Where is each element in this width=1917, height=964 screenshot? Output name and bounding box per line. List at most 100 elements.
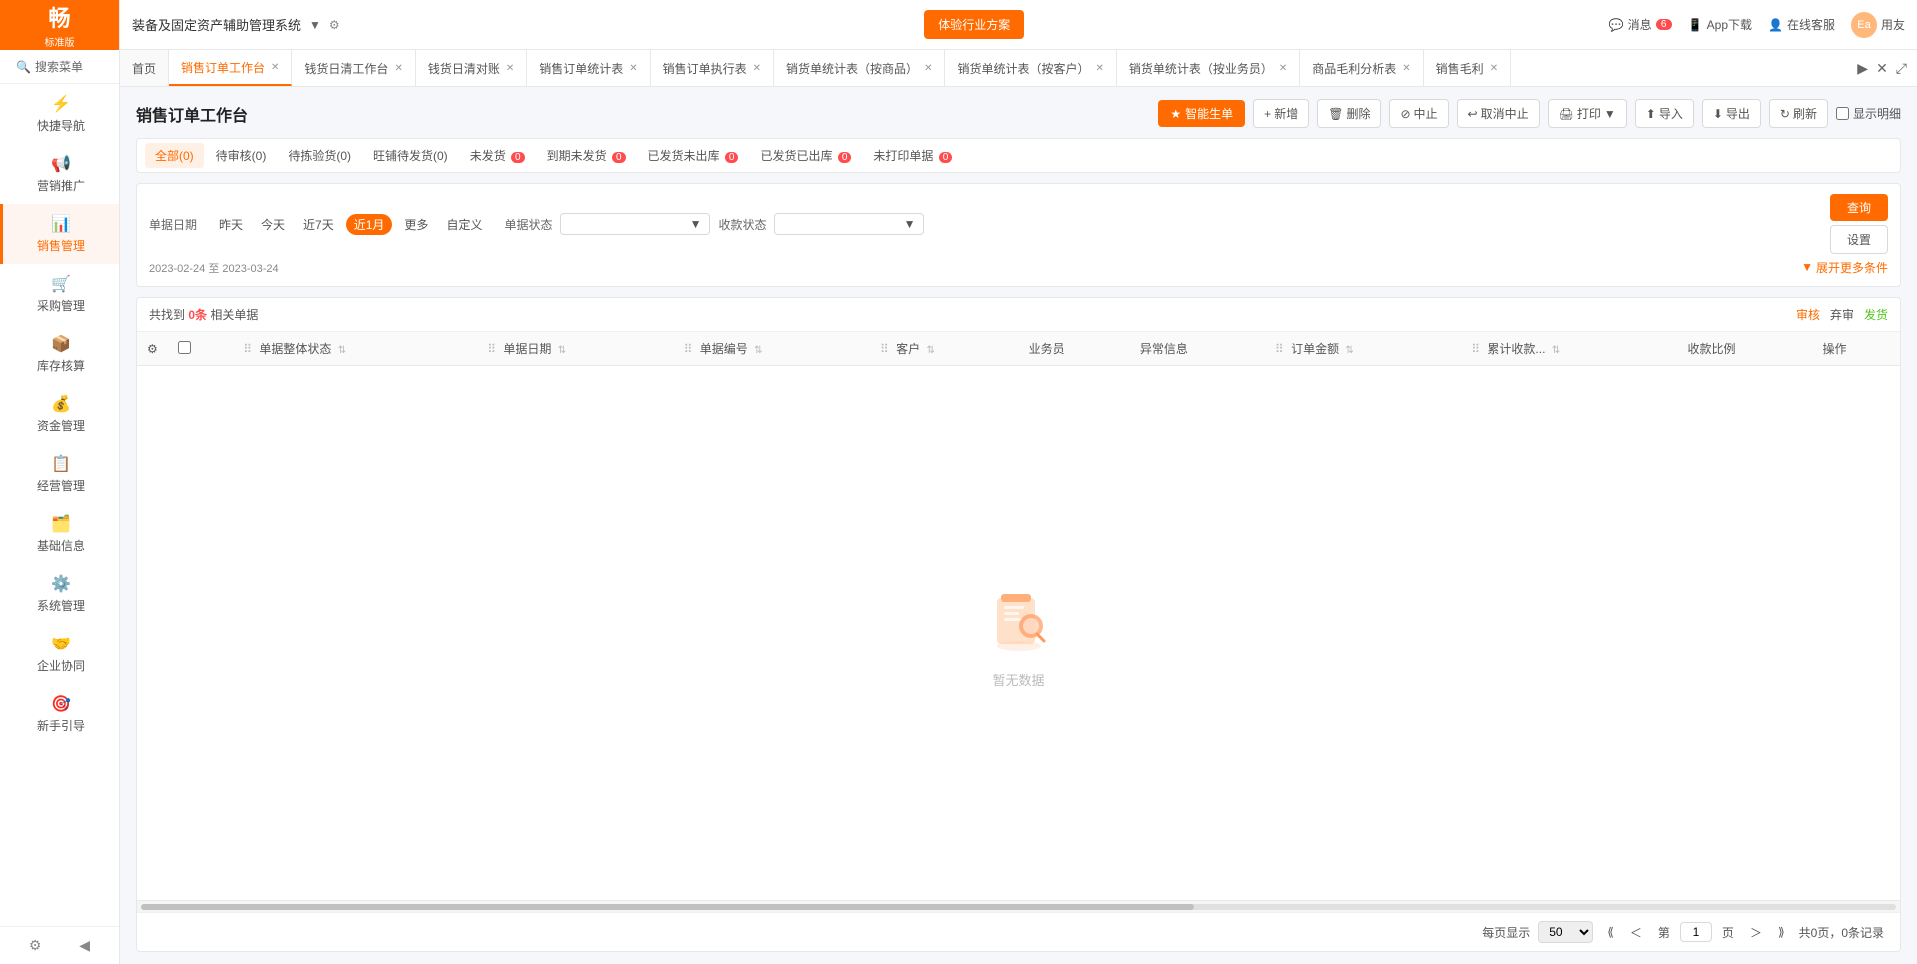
scrollbar-thumb[interactable] — [141, 904, 1194, 910]
stop-btn[interactable]: ⊘ 中止 — [1389, 99, 1448, 128]
date-opt-1month[interactable]: 近1月 — [346, 214, 393, 235]
date-opt-yesterday[interactable]: 昨天 — [213, 214, 249, 235]
sort-status-icon[interactable]: ⇅ — [338, 345, 346, 356]
refresh-btn[interactable]: ↻ 刷新 — [1769, 99, 1828, 128]
page-first-btn[interactable]: ⟪ — [1601, 923, 1620, 941]
th-staff[interactable]: 业务员 — [1019, 332, 1130, 366]
tab-gross-profit-close[interactable]: ✕ — [1402, 63, 1410, 74]
sidebar-item-finance[interactable]: 💰 资金管理 — [0, 384, 119, 444]
tab-reconcile-close[interactable]: ✕ — [506, 63, 514, 74]
sidebar-item-quicknav[interactable]: ⚡ 快捷导航 — [0, 84, 119, 144]
tab-sales-stats[interactable]: 销售订单统计表 ✕ — [527, 50, 650, 86]
add-btn[interactable]: + 新增 — [1253, 99, 1309, 128]
app-download-item[interactable]: 📱 App下载 — [1688, 16, 1752, 33]
tab-sales-product[interactable]: 销货单统计表（按商品） ✕ — [774, 50, 945, 86]
show-detail-checkbox[interactable] — [1836, 107, 1849, 120]
th-amount[interactable]: ⠿ 订单金额 ⇅ — [1265, 332, 1461, 366]
tab-sales-profit[interactable]: 销售毛利 ✕ — [1424, 50, 1511, 86]
tab-sales-product-close[interactable]: ✕ — [924, 63, 932, 74]
sort-amount-icon[interactable]: ⇅ — [1345, 345, 1353, 356]
ship-action[interactable]: 发货 — [1864, 306, 1888, 323]
tab-sales-stats-close[interactable]: ✕ — [629, 63, 637, 74]
unaudit-action[interactable]: 弃审 — [1830, 306, 1854, 323]
page-next-btn[interactable]: ＞ — [1744, 922, 1768, 943]
show-detail-checkbox-label[interactable]: 显示明细 — [1836, 105, 1901, 122]
tabs-fullscreen-icon[interactable]: ⤢ — [1892, 58, 1911, 79]
search-menu[interactable]: 🔍 搜索菜单 — [0, 50, 119, 84]
subtab-all[interactable]: 全部(0) — [145, 143, 204, 168]
tab-cash-daily-close[interactable]: ✕ — [394, 63, 402, 74]
smart-gen-btn[interactable]: ★ 智能生单 — [1158, 100, 1245, 127]
tabs-close-all-icon[interactable]: ✕ — [1872, 58, 1892, 79]
sidebar-item-purchase[interactable]: 🛒 采购管理 — [0, 264, 119, 324]
export-btn[interactable]: ⬇ 导出 — [1702, 99, 1761, 128]
tab-cash-daily[interactable]: 钱货日清工作台 ✕ — [292, 50, 415, 86]
sidebar-item-operations[interactable]: 📋 经营管理 — [0, 444, 119, 504]
tab-sales-exec-close[interactable]: ✕ — [753, 63, 761, 74]
date-opt-today[interactable]: 今天 — [255, 214, 291, 235]
horizontal-scrollbar[interactable] — [137, 900, 1900, 912]
th-action[interactable]: 操作 — [1813, 332, 1900, 366]
tab-sales-customer-close[interactable]: ✕ — [1095, 63, 1103, 74]
th-date[interactable]: ⠿ 单据日期 ⇅ — [477, 332, 673, 366]
sidebar-item-guide[interactable]: 🎯 新手引导 — [0, 684, 119, 744]
online-service-item[interactable]: 👤 在线客服 — [1768, 16, 1835, 33]
tab-gross-profit[interactable]: 商品毛利分析表 ✕ — [1300, 50, 1423, 86]
sidebar-item-base[interactable]: 🗂️ 基础信息 — [0, 504, 119, 564]
system-dropdown[interactable]: ▼ — [309, 18, 321, 32]
experience-btn[interactable]: 体验行业方案 — [924, 10, 1024, 39]
date-opt-custom[interactable]: 自定义 — [440, 214, 488, 235]
delete-btn[interactable]: 🗑 删除 — [1317, 99, 1381, 128]
th-payment[interactable]: ⠿ 累计收款... ⇅ — [1461, 332, 1677, 366]
sidebar-item-sales[interactable]: 📊 销售管理 — [0, 204, 119, 264]
cancel-stop-btn[interactable]: ↩ 取消中止 — [1457, 99, 1540, 128]
audit-action[interactable]: 审核 — [1796, 306, 1820, 323]
th-number[interactable]: ⠿ 单据编号 ⇅ — [674, 332, 870, 366]
import-btn[interactable]: ⬆ 导入 — [1635, 99, 1694, 128]
sidebar-item-system[interactable]: ⚙️ 系统管理 — [0, 564, 119, 624]
status-filter-select[interactable]: ▼ — [560, 213, 710, 235]
payment-filter-select[interactable]: ▼ — [774, 213, 924, 235]
sort-payment-icon[interactable]: ⇅ — [1552, 345, 1560, 356]
tab-sales-close[interactable]: ✕ — [271, 62, 279, 73]
sidebar-item-enterprise[interactable]: 🤝 企业协同 — [0, 624, 119, 684]
sort-date-icon[interactable]: ⇅ — [558, 345, 566, 356]
expand-btn[interactable]: ▼ 展开更多条件 — [1801, 259, 1888, 276]
page-prev-btn[interactable]: ＜ — [1624, 922, 1648, 943]
th-gear[interactable]: ⚙ — [137, 332, 168, 366]
query-btn[interactable]: 查询 — [1830, 194, 1888, 221]
sidebar-item-marketing[interactable]: 📢 营销推广 — [0, 144, 119, 204]
subtab-shipped-out[interactable]: 已发货已出库 0 — [750, 143, 861, 168]
page-input[interactable] — [1680, 922, 1712, 942]
topbar-settings-icon[interactable]: ⚙ — [329, 18, 340, 32]
subtab-pending-audit[interactable]: 待审核(0) — [206, 143, 277, 168]
th-customer[interactable]: ⠿ 客户 ⇅ — [870, 332, 1019, 366]
sort-number-icon[interactable]: ⇅ — [754, 345, 762, 356]
tab-home[interactable]: 首页 — [120, 50, 169, 86]
collapse-icon[interactable]: ◀ — [79, 937, 90, 954]
subtab-unprinted[interactable]: 未打印单据 0 — [863, 143, 962, 168]
sort-customer-icon[interactable]: ⇅ — [926, 345, 934, 356]
th-checkbox[interactable] — [168, 332, 234, 366]
th-ratio[interactable]: 收款比例 — [1677, 332, 1812, 366]
select-all-checkbox[interactable] — [178, 341, 191, 354]
page-last-btn[interactable]: ⟫ — [1772, 923, 1791, 941]
sidebar-item-inventory[interactable]: 📦 库存核算 — [0, 324, 119, 384]
th-exception[interactable]: 异常信息 — [1130, 332, 1265, 366]
tab-sales-staff[interactable]: 销货单统计表（按业务员） ✕ — [1117, 50, 1300, 86]
settings-icon[interactable]: ⚙ — [29, 937, 42, 954]
message-item[interactable]: 💬 消息 6 — [1609, 16, 1672, 33]
tab-sales-workbench[interactable]: 销售订单工作台 ✕ — [169, 50, 292, 86]
page-size-select[interactable]: 10 20 50 100 — [1538, 921, 1593, 943]
tab-sales-customer[interactable]: 销货单统计表（按客户） ✕ — [945, 50, 1116, 86]
print-btn[interactable]: 🖨 打印 ▼ — [1548, 99, 1627, 128]
set-btn[interactable]: 设置 — [1830, 225, 1888, 254]
date-opt-7days[interactable]: 近7天 — [297, 214, 340, 235]
date-opt-more[interactable]: 更多 — [398, 214, 434, 235]
tab-reconcile[interactable]: 钱货日清对账 ✕ — [416, 50, 527, 86]
subtab-wangpu[interactable]: 旺铺待发货(0) — [363, 143, 458, 168]
subtab-overdue[interactable]: 到期未发货 0 — [537, 143, 636, 168]
tab-sales-exec[interactable]: 销售订单执行表 ✕ — [651, 50, 774, 86]
tab-sales-profit-close[interactable]: ✕ — [1490, 63, 1498, 74]
user-item[interactable]: Ea 用友 — [1851, 12, 1905, 38]
